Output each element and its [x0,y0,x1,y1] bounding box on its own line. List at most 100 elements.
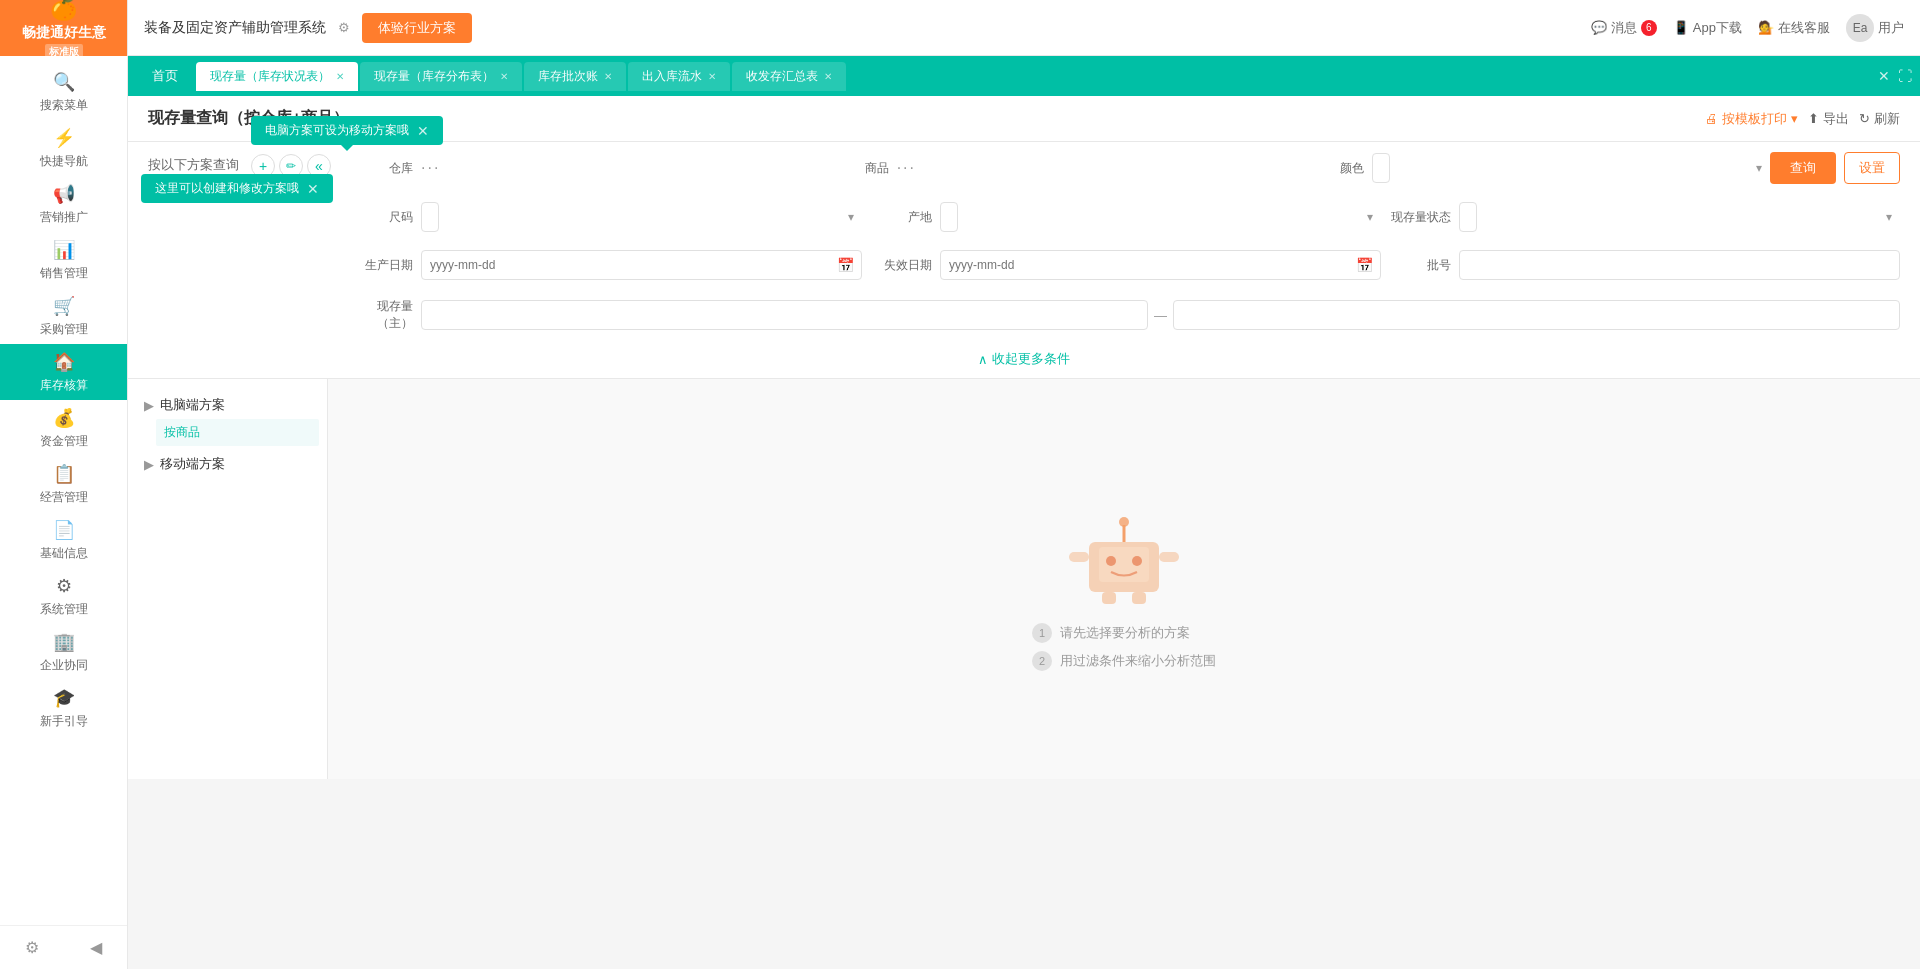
main-content: 装备及固定资产辅助管理系统 ⚙ 体验行业方案 💬 消息 6 📱 App下载 💁 … [128,0,1920,969]
color-select[interactable] [1372,153,1390,183]
online-service-btn[interactable]: 💁 在线客服 [1758,19,1830,37]
expire-date-label: 失效日期 [862,257,932,274]
tooltip2-box: 这里可以创建和修改方案哦 ✕ [141,174,333,203]
step-num-2: 2 [1032,651,1052,671]
marketing-icon: 📢 [53,183,75,205]
fields-area: 仓库 ··· 商品 ··· 颜色 [343,152,1900,342]
field-warehouse: 仓库 ··· [343,152,819,184]
sidebar-item-purchase[interactable]: 🛒 采购管理 [0,288,127,344]
tab-fullscreen[interactable]: ⛶ [1898,68,1912,84]
user-btn[interactable]: Ea 用户 [1846,14,1904,42]
tab-summary-label: 收发存汇总表 [746,68,818,85]
tab-inout-flow[interactable]: 出入库流水 ✕ [628,62,730,91]
guide-icon: 🎓 [53,687,75,709]
tab-inout-flow-label: 出入库流水 [642,68,702,85]
tab-batch-ledger[interactable]: 库存批次账 ✕ [524,62,626,91]
tab-close-2[interactable]: ✕ [604,71,612,82]
scheme-panel: ▶ 电脑端方案 按商品 ▶ 移动端方案 [128,379,328,779]
sidebar-item-inventory[interactable]: 🏠 库存核算 [0,344,127,400]
goods-dots[interactable]: ··· [897,159,916,177]
collapse-more-btn[interactable]: ∧ 收起更多条件 [978,350,1070,368]
tab-close-all[interactable]: ✕ [1878,68,1890,84]
settings-gear-icon[interactable]: ⚙ [338,20,350,35]
sidebar-item-enterprise[interactable]: 🏢 企业协同 [0,624,127,680]
svg-point-2 [1106,556,1116,566]
tab-bar: 首页 现存量（库存状况表） ✕ 现存量（库存分布表） ✕ 库存批次账 ✕ 出入库… [128,56,1920,96]
tab-close-3[interactable]: ✕ [708,71,716,82]
svg-rect-8 [1102,592,1116,604]
sidebar-item-system[interactable]: ⚙ 系统管理 [0,568,127,624]
inventory-range: — [421,300,1900,330]
print-label: 按模板打印 [1722,110,1787,128]
expire-date-input[interactable] [940,250,1381,280]
stock-qty-max[interactable] [1173,300,1900,330]
field-prod-date: 生产日期 📅 [343,250,862,280]
sidebar-item-enterprise-label: 企业协同 [40,657,88,674]
inventory-icon: 🏠 [53,351,75,373]
refresh-btn[interactable]: ↻ 刷新 [1859,110,1900,128]
settings-btn[interactable]: ⚙ [25,938,39,957]
sidebar-item-sales-label: 销售管理 [40,265,88,282]
search-btn[interactable]: 查询 [1770,152,1836,184]
tree-group-desktop: ▶ 电脑端方案 按商品 [136,391,319,446]
filter-container: 按以下方案查询 + ✏ « 电脑方案可设为移动方案哦 ✕ [128,142,1920,379]
tab-inventory-dist[interactable]: 现存量（库存分布表） ✕ [360,62,522,91]
tree-group-mobile-header[interactable]: ▶ 移动端方案 [136,450,319,478]
sidebar-item-basicinfo[interactable]: 📄 基础信息 [0,512,127,568]
expire-date-wrap: 📅 [940,250,1381,280]
sidebar-item-operations-label: 经营管理 [40,489,88,506]
origin-select[interactable] [940,202,958,232]
print-dropdown-icon: ▾ [1791,111,1798,126]
field-batch: 批号 [1381,250,1900,280]
size-select[interactable] [421,202,439,232]
tab-close-0[interactable]: ✕ [336,71,344,82]
export-btn[interactable]: ⬆ 导出 [1808,110,1849,128]
header-right: 💬 消息 6 📱 App下载 💁 在线客服 Ea 用户 [1591,14,1904,42]
export-label: 导出 [1823,110,1849,128]
filter-label-area: 按以下方案查询 [148,152,239,174]
tab-home[interactable]: 首页 [136,61,194,91]
field-expire-date: 失效日期 📅 [862,250,1381,280]
tree-child-goods[interactable]: 按商品 [156,419,319,446]
tree-group-desktop-header[interactable]: ▶ 电脑端方案 [136,391,319,419]
message-btn[interactable]: 💬 消息 6 [1591,19,1657,37]
origin-select-wrap [940,202,1381,232]
sidebar-menu: 🔍 搜索菜单 ⚡ 快捷导航 📢 营销推广 📊 销售管理 🛒 采购管理 🏠 库存核… [0,56,127,925]
svg-point-3 [1132,556,1142,566]
basicinfo-icon: 📄 [53,519,75,541]
fields-row-2: 尺码 产地 现存量状态 [343,202,1900,232]
tab-close-1[interactable]: ✕ [500,71,508,82]
field-color: 颜色 [1294,152,1770,184]
setting-btn[interactable]: 设置 [1844,152,1900,184]
expire-date-icon: 📅 [1356,257,1373,273]
stock-status-select[interactable] [1459,202,1477,232]
sidebar-item-finance[interactable]: 💰 资金管理 [0,400,127,456]
tab-close-4[interactable]: ✕ [824,71,832,82]
empty-step-1: 1 请先选择要分析的方案 [1032,623,1216,643]
sidebar-item-sales[interactable]: 📊 销售管理 [0,232,127,288]
tab-summary[interactable]: 收发存汇总表 ✕ [732,62,846,91]
sidebar-item-operations[interactable]: 📋 经营管理 [0,456,127,512]
tab-bar-end: ✕ ⛶ [1878,68,1912,84]
tooltip2-close[interactable]: ✕ [307,181,319,197]
sidebar-item-guide[interactable]: 🎓 新手引导 [0,680,127,736]
collapse-icon: ∧ [978,352,988,367]
print-btn[interactable]: 🖨 按模板打印 ▾ [1705,110,1798,128]
stock-qty-min[interactable] [421,300,1148,330]
sidebar-item-marketing[interactable]: 📢 营销推广 [0,176,127,232]
field-stock-status: 现存量状态 [1381,202,1900,232]
warehouse-dots[interactable]: ··· [421,159,440,177]
industry-btn[interactable]: 体验行业方案 [362,13,472,43]
empty-step-2: 2 用过滤条件来缩小分析范围 [1032,651,1216,671]
prod-date-icon: 📅 [837,257,854,273]
collapse-btn[interactable]: ◀ [90,938,102,957]
sidebar-item-search[interactable]: 🔍 搜索菜单 [0,64,127,120]
field-goods: 商品 ··· [819,152,1295,184]
tooltip1-close[interactable]: ✕ [417,123,429,139]
sidebar-item-quicknav[interactable]: ⚡ 快捷导航 [0,120,127,176]
app-download-btn[interactable]: 📱 App下载 [1673,19,1742,37]
tab-inventory-status[interactable]: 现存量（库存状况表） ✕ [196,62,358,91]
prod-date-input[interactable] [421,250,862,280]
sidebar-item-finance-label: 资金管理 [40,433,88,450]
batch-input[interactable] [1459,250,1900,280]
